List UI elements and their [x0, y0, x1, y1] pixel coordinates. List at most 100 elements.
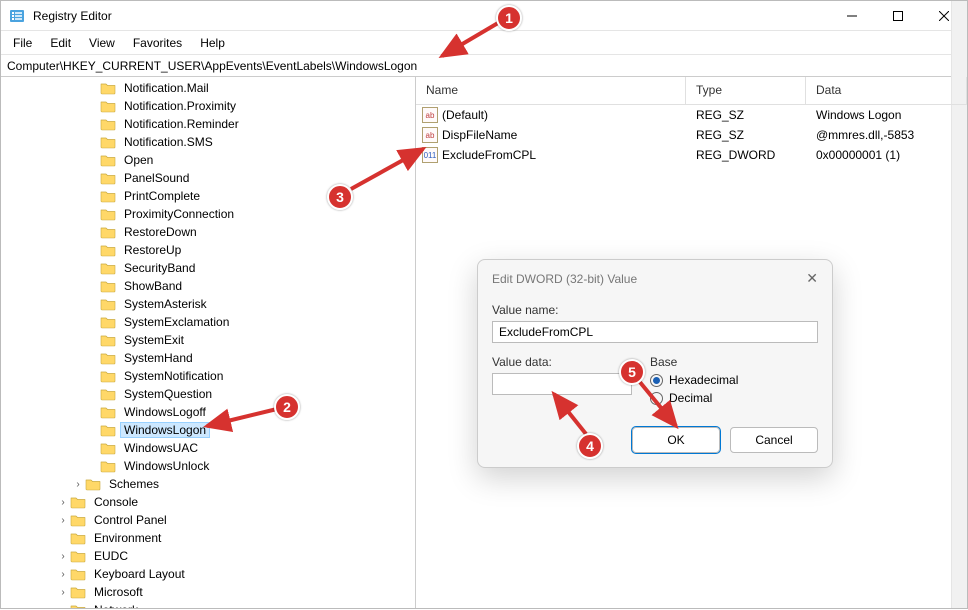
expand-icon[interactable]: ›: [56, 605, 70, 609]
folder-icon: [100, 171, 116, 185]
tree-item[interactable]: Notification.Proximity: [1, 97, 415, 115]
tree-item-label: SystemExclamation: [120, 315, 233, 329]
tree-item-label: SystemQuestion: [120, 387, 216, 401]
tree-item[interactable]: WindowsUAC: [1, 439, 415, 457]
tree-item[interactable]: WindowsLogoff: [1, 403, 415, 421]
folder-icon: [100, 369, 116, 383]
tree-item-label: SystemHand: [120, 351, 197, 365]
address-input[interactable]: [1, 57, 967, 75]
expand-icon[interactable]: ›: [56, 551, 70, 562]
tree-item[interactable]: ShowBand: [1, 277, 415, 295]
folder-icon: [100, 297, 116, 311]
tree-item-label: Environment: [90, 531, 165, 545]
tree-item-label: ShowBand: [120, 279, 186, 293]
annotation-3: 3: [327, 184, 353, 210]
tree-item[interactable]: ›Console: [1, 493, 415, 511]
value-type: REG_DWORD: [686, 148, 806, 162]
tree-item-label: Control Panel: [90, 513, 171, 527]
value-row[interactable]: ab(Default)REG_SZWindows Logon: [416, 105, 967, 125]
key-tree[interactable]: Notification.Mail Notification.Proximity N…: [1, 77, 416, 608]
value-data-input[interactable]: [492, 373, 632, 395]
radio-hexadecimal[interactable]: Hexadecimal: [650, 373, 818, 387]
value-data: Windows Logon: [806, 108, 967, 122]
tree-item-label: Schemes: [105, 477, 163, 491]
radio-dec-label: Decimal: [669, 391, 712, 405]
expand-icon[interactable]: ›: [71, 479, 85, 490]
value-type: REG_SZ: [686, 128, 806, 142]
tree-item[interactable]: › Microsoft: [1, 583, 415, 601]
tree-item[interactable]: SystemExclamation: [1, 313, 415, 331]
tree-item[interactable]: › Control Panel: [1, 511, 415, 529]
dialog-close-button[interactable]: ✕: [806, 270, 818, 287]
tree-item-label: Microsoft: [90, 585, 147, 599]
col-name[interactable]: Name: [416, 77, 686, 104]
expand-icon[interactable]: ›: [56, 569, 70, 580]
tree-item-label: Notification.Mail: [120, 81, 213, 95]
tree-item[interactable]: WindowsUnlock: [1, 457, 415, 475]
tree-item[interactable]: › EUDC: [1, 547, 415, 565]
tree-item[interactable]: SystemExit: [1, 331, 415, 349]
tree-item-label: Network: [90, 603, 142, 608]
expand-icon[interactable]: ›: [56, 497, 70, 508]
tree-item[interactable]: › Network: [1, 601, 415, 608]
tree-item[interactable]: SecurityBand: [1, 259, 415, 277]
value-row[interactable]: 011ExcludeFromCPLREG_DWORD0x00000001 (1): [416, 145, 967, 165]
radio-decimal[interactable]: Decimal: [650, 391, 818, 405]
tree-item[interactable]: RestoreUp: [1, 241, 415, 259]
value-type: REG_SZ: [686, 108, 806, 122]
tree-item[interactable]: ProximityConnection: [1, 205, 415, 223]
tree-item[interactable]: RestoreDown: [1, 223, 415, 241]
expand-icon[interactable]: ›: [56, 515, 70, 526]
maximize-button[interactable]: [875, 1, 921, 31]
tree-item[interactable]: Environment: [1, 529, 415, 547]
tree-item[interactable]: SystemNotification: [1, 367, 415, 385]
tree-item-label: PanelSound: [120, 171, 193, 185]
tree-item[interactable]: › Keyboard Layout: [1, 565, 415, 583]
tree-item[interactable]: SystemAsterisk: [1, 295, 415, 313]
tree-item[interactable]: Notification.SMS: [1, 133, 415, 151]
folder-icon: [70, 495, 86, 509]
value-name-input[interactable]: [492, 321, 818, 343]
col-type[interactable]: Type: [686, 77, 806, 104]
cancel-button[interactable]: Cancel: [730, 427, 818, 453]
folder-icon: [85, 477, 101, 491]
menu-edit[interactable]: Edit: [42, 34, 79, 52]
binary-value-icon: 011: [422, 147, 438, 163]
column-headers: Name Type Data: [416, 77, 967, 105]
tree-item-label: WindowsLogon: [120, 422, 210, 438]
radio-icon: [650, 392, 663, 405]
folder-icon: [100, 207, 116, 221]
tree-item[interactable]: › Schemes: [1, 475, 415, 493]
menu-favorites[interactable]: Favorites: [125, 34, 190, 52]
menu-help[interactable]: Help: [192, 34, 233, 52]
address-bar: [1, 55, 967, 77]
minimize-button[interactable]: [829, 1, 875, 31]
value-row[interactable]: abDispFileNameREG_SZ@mmres.dll,-5853: [416, 125, 967, 145]
value-name: ExcludeFromCPL: [442, 148, 536, 162]
tree-item[interactable]: Open: [1, 151, 415, 169]
tree-item[interactable]: PanelSound: [1, 169, 415, 187]
ok-button[interactable]: OK: [632, 427, 720, 453]
tree-item-label: WindowsUnlock: [120, 459, 213, 473]
annotation-2: 2: [274, 394, 300, 420]
menu-file[interactable]: File: [5, 34, 40, 52]
annotation-1: 1: [496, 5, 522, 31]
tree-item-label: EUDC: [90, 549, 132, 563]
expand-icon[interactable]: ›: [56, 587, 70, 598]
tree-item-label: Notification.Proximity: [120, 99, 240, 113]
tree-item[interactable]: Notification.Reminder: [1, 115, 415, 133]
tree-item-label: PrintComplete: [120, 189, 204, 203]
folder-icon: [100, 99, 116, 113]
regedit-icon: [9, 8, 25, 24]
titlebar: Registry Editor: [1, 1, 967, 31]
tree-item[interactable]: Notification.Mail: [1, 79, 415, 97]
tree-item[interactable]: WindowsLogon: [1, 421, 415, 439]
menu-view[interactable]: View: [81, 34, 123, 52]
tree-item[interactable]: SystemQuestion: [1, 385, 415, 403]
tree-item-label: Keyboard Layout: [90, 567, 189, 581]
tree-item[interactable]: SystemHand: [1, 349, 415, 367]
folder-icon: [70, 567, 86, 581]
value-name: (Default): [442, 108, 488, 122]
col-data[interactable]: Data: [806, 77, 967, 104]
base-label: Base: [650, 355, 818, 369]
